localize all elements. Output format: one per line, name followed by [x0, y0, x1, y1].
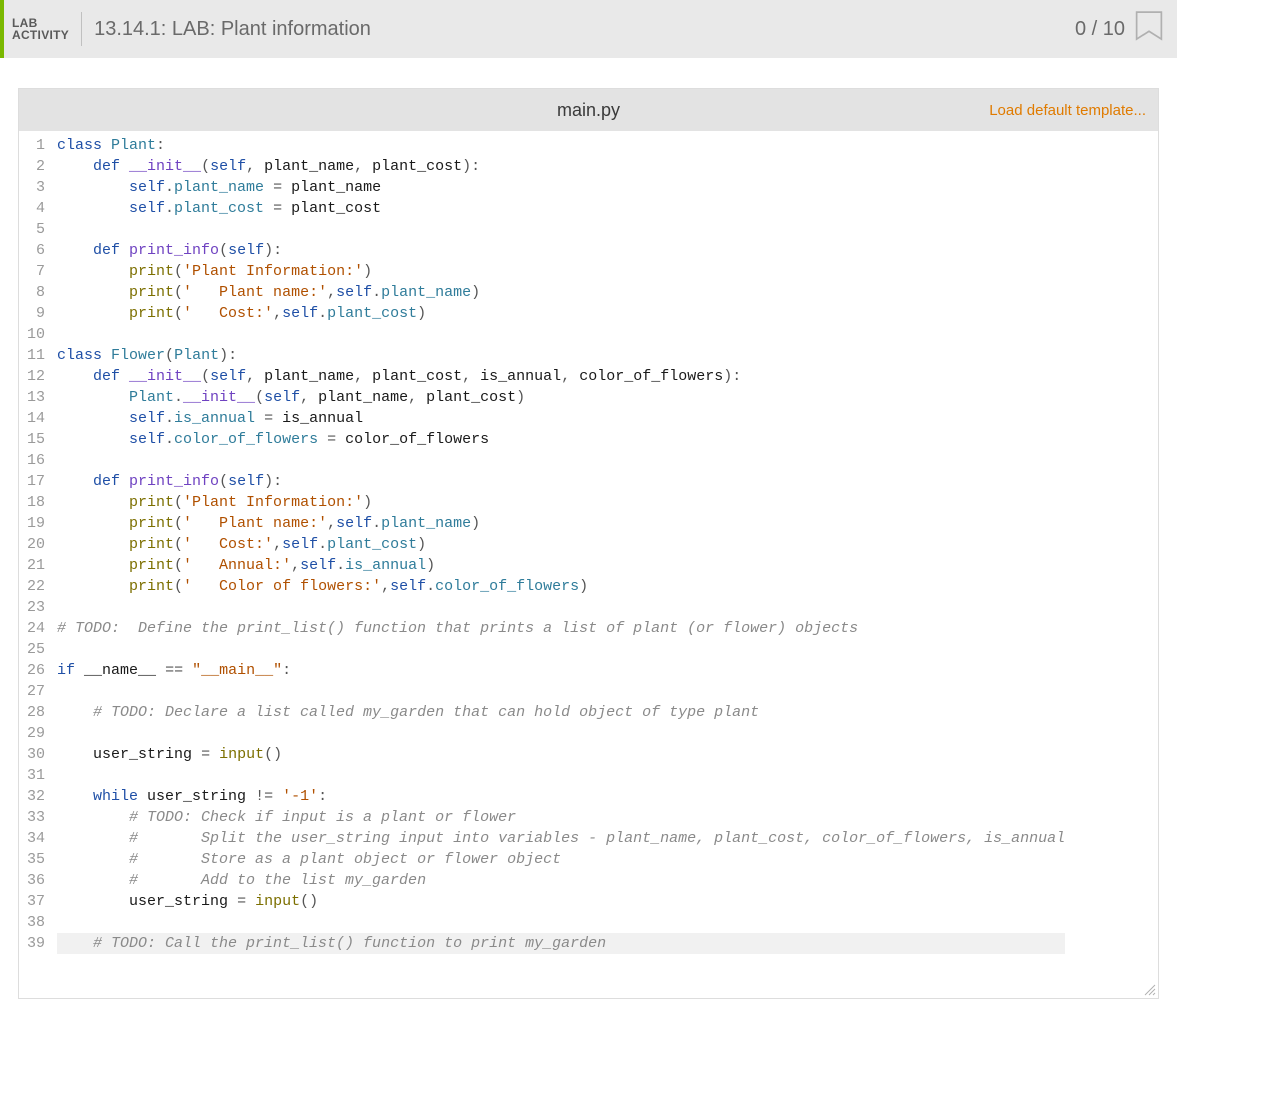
line-number: 7: [25, 261, 45, 282]
line-number: 15: [25, 429, 45, 450]
line-number: 2: [25, 156, 45, 177]
code-line[interactable]: [57, 723, 1065, 744]
lab-header: LAB ACTIVITY 13.14.1: LAB: Plant informa…: [0, 0, 1177, 58]
line-number: 37: [25, 891, 45, 912]
code-line[interactable]: [57, 681, 1065, 702]
code-line[interactable]: def __init__(self, plant_name, plant_cos…: [57, 156, 1065, 177]
code-line[interactable]: def print_info(self):: [57, 471, 1065, 492]
code-line[interactable]: # Split the user_string input into varia…: [57, 828, 1065, 849]
line-number: 8: [25, 282, 45, 303]
code-line[interactable]: # TODO: Check if input is a plant or flo…: [57, 807, 1065, 828]
code-line[interactable]: self.plant_cost = plant_cost: [57, 198, 1065, 219]
code-line[interactable]: def print_info(self):: [57, 240, 1065, 261]
line-number: 39: [25, 933, 45, 954]
line-number: 17: [25, 471, 45, 492]
code-content[interactable]: class Plant: def __init__(self, plant_na…: [53, 131, 1065, 958]
lab-activity-label: LAB ACTIVITY: [12, 17, 81, 41]
line-number: 31: [25, 765, 45, 786]
line-number: 11: [25, 345, 45, 366]
line-number: 1: [25, 135, 45, 156]
score-display: 0 / 10: [1075, 18, 1125, 41]
line-number: 29: [25, 723, 45, 744]
code-line[interactable]: [57, 765, 1065, 786]
line-number: 12: [25, 366, 45, 387]
line-number: 33: [25, 807, 45, 828]
code-line[interactable]: # Store as a plant object or flower obje…: [57, 849, 1065, 870]
code-line[interactable]: [57, 639, 1065, 660]
line-number: 22: [25, 576, 45, 597]
code-line[interactable]: class Plant:: [57, 135, 1065, 156]
load-default-template-link[interactable]: Load default template...: [989, 102, 1146, 119]
file-tab-bar: main.py Load default template...: [19, 89, 1158, 131]
code-editor: main.py Load default template... 1234567…: [18, 88, 1159, 999]
line-number: 28: [25, 702, 45, 723]
code-line[interactable]: print('Plant Information:'): [57, 492, 1065, 513]
line-number: 14: [25, 408, 45, 429]
line-number: 5: [25, 219, 45, 240]
code-line[interactable]: # Add to the list my_garden: [57, 870, 1065, 891]
line-number: 6: [25, 240, 45, 261]
line-number: 24: [25, 618, 45, 639]
code-line[interactable]: while user_string != '-1':: [57, 786, 1065, 807]
code-line[interactable]: # TODO: Declare a list called my_garden …: [57, 702, 1065, 723]
line-number: 25: [25, 639, 45, 660]
line-number: 34: [25, 828, 45, 849]
code-line[interactable]: [57, 450, 1065, 471]
filename-label: main.py: [19, 100, 1158, 121]
line-number: 9: [25, 303, 45, 324]
code-line[interactable]: [57, 324, 1065, 345]
line-number: 20: [25, 534, 45, 555]
lab-title: 13.14.1: LAB: Plant information: [94, 18, 1075, 41]
code-line[interactable]: [57, 219, 1065, 240]
line-number: 3: [25, 177, 45, 198]
code-line[interactable]: print(' Cost:',self.plant_cost): [57, 303, 1065, 324]
line-number: 18: [25, 492, 45, 513]
code-line[interactable]: [57, 912, 1065, 933]
code-line[interactable]: print('Plant Information:'): [57, 261, 1065, 282]
line-number: 10: [25, 324, 45, 345]
code-line[interactable]: self.plant_name = plant_name: [57, 177, 1065, 198]
header-separator: [81, 12, 82, 46]
line-number: 13: [25, 387, 45, 408]
line-number-gutter: 1234567891011121314151617181920212223242…: [19, 131, 53, 958]
line-number: 38: [25, 912, 45, 933]
code-line[interactable]: if __name__ == "__main__":: [57, 660, 1065, 681]
code-line[interactable]: class Flower(Plant):: [57, 345, 1065, 366]
code-line[interactable]: Plant.__init__(self, plant_name, plant_c…: [57, 387, 1065, 408]
bookmark-icon[interactable]: [1135, 11, 1163, 47]
code-line[interactable]: self.color_of_flowers = color_of_flowers: [57, 429, 1065, 450]
code-line[interactable]: # TODO: Define the print_list() function…: [57, 618, 1065, 639]
code-line[interactable]: print(' Plant name:',self.plant_name): [57, 282, 1065, 303]
line-number: 32: [25, 786, 45, 807]
line-number: 21: [25, 555, 45, 576]
line-number: 26: [25, 660, 45, 681]
code-line[interactable]: print(' Color of flowers:',self.color_of…: [57, 576, 1065, 597]
code-line[interactable]: def __init__(self, plant_name, plant_cos…: [57, 366, 1065, 387]
code-line[interactable]: user_string = input(): [57, 891, 1065, 912]
line-number: 27: [25, 681, 45, 702]
code-line[interactable]: print(' Cost:',self.plant_cost): [57, 534, 1065, 555]
line-number: 36: [25, 870, 45, 891]
code-line[interactable]: [57, 597, 1065, 618]
code-area[interactable]: 1234567891011121314151617181920212223242…: [19, 131, 1158, 998]
line-number: 16: [25, 450, 45, 471]
code-line[interactable]: print(' Plant name:',self.plant_name): [57, 513, 1065, 534]
line-number: 35: [25, 849, 45, 870]
line-number: 30: [25, 744, 45, 765]
code-line[interactable]: user_string = input(): [57, 744, 1065, 765]
line-number: 19: [25, 513, 45, 534]
line-number: 4: [25, 198, 45, 219]
lab-label-line2: ACTIVITY: [12, 29, 69, 41]
code-line[interactable]: print(' Annual:',self.is_annual): [57, 555, 1065, 576]
code-line[interactable]: self.is_annual = is_annual: [57, 408, 1065, 429]
code-line[interactable]: # TODO: Call the print_list() function t…: [57, 933, 1065, 954]
resize-handle-icon[interactable]: [1142, 982, 1156, 996]
line-number: 23: [25, 597, 45, 618]
